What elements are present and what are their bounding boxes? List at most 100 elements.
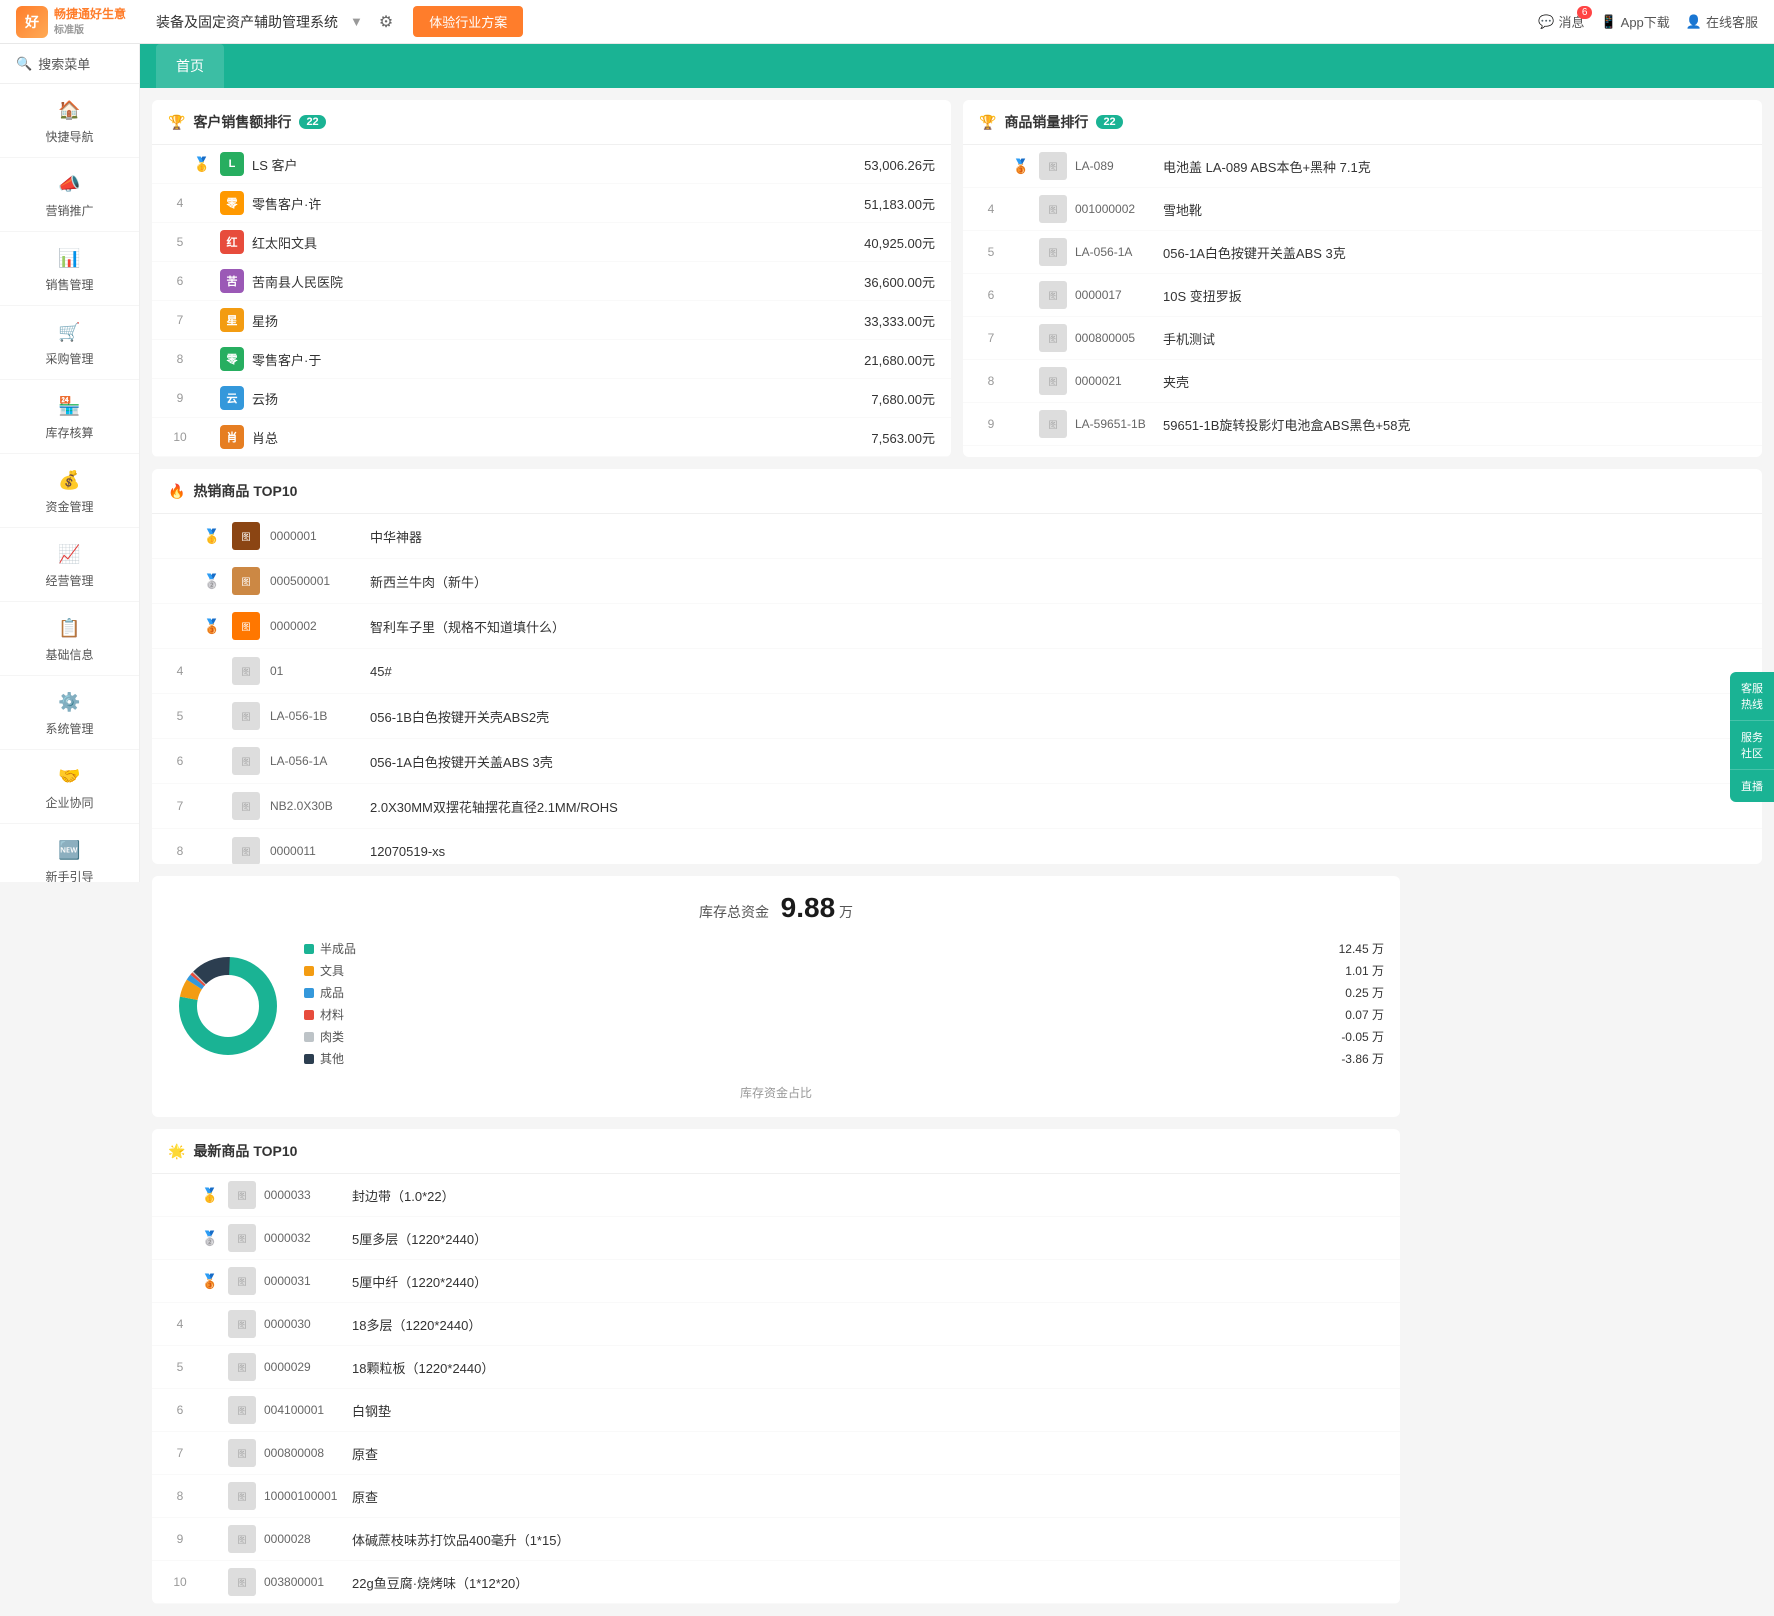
sidebar-item-basic[interactable]: 📋 基础信息 (0, 602, 139, 676)
product-name: 5厘多层（1220*2440） (352, 1229, 1384, 1248)
enterprise-icon: 🤝 (56, 762, 84, 790)
online-service-button[interactable]: 👤 在线客服 (1686, 12, 1758, 31)
list-item: 🥈 图 0000032 5厘多层（1220*2440） (152, 1217, 1400, 1260)
search-menu[interactable]: 🔍 搜索菜单 (0, 44, 139, 84)
legend-name: 文具 (320, 962, 1339, 979)
float-service-live[interactable]: 直播 (1730, 770, 1774, 802)
product-img: 图 (232, 612, 260, 640)
product-img: 图 (228, 1482, 256, 1510)
float-service-hotline[interactable]: 客服热线 (1730, 672, 1774, 721)
sales-rank-list: 🥇 L LS 客户 53,006.26元 4 零 零售客户·许 51,183.0… (152, 145, 951, 457)
product-img: 图 (1039, 195, 1067, 223)
trial-button[interactable]: 体验行业方案 (413, 6, 523, 37)
avatar: 零 (220, 347, 244, 371)
product-name: 12070519-xs (370, 844, 1746, 859)
donut-svg (168, 946, 288, 1066)
float-service-community[interactable]: 服务社区 (1730, 721, 1774, 770)
product-name: 雪地靴 (1163, 200, 1746, 219)
product-code: 001000002 (1075, 202, 1155, 216)
legend-item: 其他 -3.86 万 (304, 1050, 1384, 1067)
inventory-unit: 万 (839, 904, 853, 920)
product-name: 新西兰牛肉（新牛） (370, 572, 1746, 591)
product-img: 图 (228, 1267, 256, 1295)
list-item: 8 图 0000011 12070519-xs (152, 829, 1762, 864)
sidebar-item-inventory[interactable]: 🏪 库存核算 (0, 380, 139, 454)
sidebar-label-finance: 资金管理 (45, 498, 93, 515)
nav-tabs: 首页 (140, 44, 1774, 88)
product-name: 原查 (352, 1487, 1384, 1506)
legend-value: 1.01 万 (1345, 962, 1384, 979)
customer-amount: 33,333.00元 (864, 311, 935, 330)
rank-number: 5 (168, 235, 192, 249)
rank-number: 9 (168, 1532, 192, 1546)
sidebar-item-marketing[interactable]: 📣 营销推广 (0, 158, 139, 232)
sidebar-item-operation[interactable]: 📈 经营管理 (0, 528, 139, 602)
product-name: 2.0X30MM双摆花轴摆花直径2.1MM/ROHS (370, 797, 1746, 816)
rank-number: 9 (979, 417, 1003, 431)
sidebar-item-sales[interactable]: 📊 销售管理 (0, 232, 139, 306)
rank-medal: 🥈 (200, 1230, 220, 1247)
product-img: 图 (228, 1181, 256, 1209)
product-name: 体碱蔗枝味苏打饮品400毫升（1*15） (352, 1530, 1384, 1549)
message-button[interactable]: 💬 消息 6 (1538, 12, 1584, 31)
tab-home[interactable]: 首页 (156, 44, 224, 88)
product-code: 0000029 (264, 1360, 344, 1374)
product-img: 图 (232, 702, 260, 730)
product-rank-card: 🏆 商品销量排行 22 🥉 图 LA-089 电池盖 LA-089 ABS本色+… (963, 100, 1762, 457)
list-item: 6 图 0000017 10S 变扭罗扳 (963, 274, 1762, 317)
product-img: 图 (228, 1439, 256, 1467)
list-item: 5 图 LA-056-1A 056-1A白色按键开关盖ABS 3克 (963, 231, 1762, 274)
product-rank-badge: 22 (1096, 115, 1122, 129)
topbar: 好 畅捷通好生意 标准版 装备及固定资产辅助管理系统 ▼ ⚙ 体验行业方案 💬 … (0, 0, 1774, 44)
app-download-button[interactable]: 📱 App下载 (1600, 12, 1669, 31)
customer-name: 零售客户·于 (252, 350, 864, 369)
list-item: 🥇 图 0000001 中华神器 (152, 514, 1762, 559)
logo-icon: 好 (16, 6, 48, 38)
list-item: 7 图 000800008 原查 (152, 1432, 1400, 1475)
product-name: 18多层（1220*2440） (352, 1315, 1384, 1334)
sidebar-item-finance[interactable]: 💰 资金管理 (0, 454, 139, 528)
list-item: 9 云 云扬 7,680.00元 (152, 379, 951, 418)
sidebar-label-purchase: 采购管理 (45, 350, 93, 367)
legend-value: 0.07 万 (1345, 1006, 1384, 1023)
gear-icon[interactable]: ⚙ (379, 12, 393, 32)
hot-products-card: 🔥 热销商品 TOP10 🥇 图 0000001 中华神器 🥈 图 000500… (152, 469, 1762, 864)
product-name: 夹壳 (1163, 372, 1746, 391)
rank-number: 5 (168, 1360, 192, 1374)
rank-medal: 🥉 (202, 618, 222, 635)
product-code: 0000002 (270, 619, 360, 633)
rank-medal: 🥉 (200, 1273, 220, 1290)
sidebar-item-system[interactable]: ⚙️ 系统管理 (0, 676, 139, 750)
sidebar-label-inventory: 库存核算 (45, 424, 93, 441)
list-item: 6 苦 苦南县人民医院 36,600.00元 (152, 262, 951, 301)
avatar: 肖 (220, 425, 244, 449)
sidebar-item-quick-nav[interactable]: 🏠 快捷导航 (0, 84, 139, 158)
app-icon: 📱 (1600, 14, 1616, 30)
sidebar-label-basic: 基础信息 (45, 646, 93, 663)
hot-fire-icon: 🔥 (168, 483, 185, 500)
rank-number: 6 (979, 288, 1003, 302)
product-code: 0000033 (264, 1188, 344, 1202)
sidebar-item-enterprise[interactable]: 🤝 企业协同 (0, 750, 139, 824)
rank-number: 4 (979, 202, 1003, 216)
customer-name: 肖总 (252, 428, 871, 447)
legend-item: 成品 0.25 万 (304, 984, 1384, 1001)
legend-dot (304, 966, 314, 976)
dashboard-section: 🏆 客户销售额排行 22 🥇 L LS 客户 53,006.26元 4 零 零售… (140, 88, 1774, 1616)
legend-value: -0.05 万 (1341, 1028, 1384, 1045)
system-name: 装备及固定资产辅助管理系统 (156, 12, 338, 32)
product-name: 056-1A白色按键开关盖ABS 3克 (1163, 243, 1746, 262)
product-name: 封边带（1.0*22） (352, 1186, 1384, 1205)
product-rank-title: 🏆 商品销量排行 22 (979, 112, 1123, 132)
topbar-right: 💬 消息 6 📱 App下载 👤 在线客服 (1538, 12, 1758, 31)
product-img: 图 (1039, 281, 1067, 309)
operation-icon: 📈 (56, 540, 84, 568)
product-name: 5厘中纤（1220*2440） (352, 1272, 1384, 1291)
customer-amount: 36,600.00元 (864, 272, 935, 291)
service-label: 在线客服 (1706, 12, 1758, 31)
sidebar-item-purchase[interactable]: 🛒 采购管理 (0, 306, 139, 380)
sidebar-item-guide[interactable]: 🆕 新手引导 (0, 824, 139, 882)
rank-number: 5 (168, 709, 192, 723)
system-dropdown-arrow[interactable]: ▼ (350, 14, 363, 29)
customer-name: LS 客户 (252, 155, 864, 174)
